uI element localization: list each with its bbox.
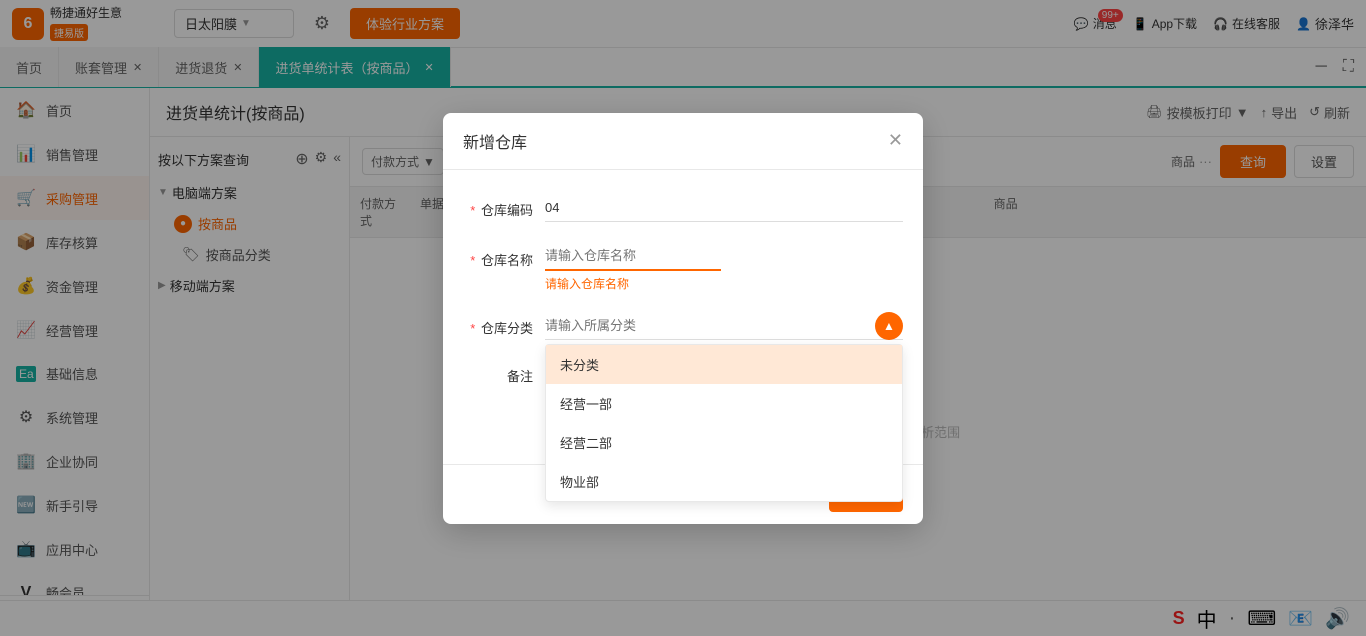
form-row-name: * 仓库名称 请输入仓库名称	[463, 242, 903, 292]
required-star2: *	[470, 253, 475, 268]
modal-body: * 仓库编码 * 仓库名称 请输入仓库名称	[443, 170, 923, 464]
modal-title: 新增仓库	[463, 129, 527, 153]
code-label: * 仓库编码	[463, 194, 533, 219]
modal-overlay[interactable]: 新增仓库 ✕ * 仓库编码 * 仓库名称	[0, 0, 1366, 636]
category-dropdown-toggle[interactable]: ▲	[875, 312, 903, 340]
category-dropdown: ▲ 未分类 经营一部 经营二部 物业部	[545, 312, 903, 340]
category-label: * 仓库分类	[463, 312, 533, 337]
name-input[interactable]	[545, 242, 721, 271]
form-row-code: * 仓库编码	[463, 194, 903, 222]
name-error-row: 请输入仓库名称	[463, 275, 629, 292]
required-star: *	[470, 203, 475, 218]
name-error-tip: 请输入仓库名称	[545, 277, 629, 291]
modal-header: 新增仓库 ✕	[443, 113, 923, 170]
form-row-name-inner: * 仓库名称	[463, 242, 721, 271]
add-warehouse-modal: 新增仓库 ✕ * 仓库编码 * 仓库名称	[443, 113, 923, 524]
name-label: * 仓库名称	[463, 244, 533, 269]
dropdown-item-property[interactable]: 物业部	[546, 462, 902, 501]
dropdown-item-dept1[interactable]: 经营一部	[546, 384, 902, 423]
form-row-category: * 仓库分类 ▲ 未分类 经营一部 经营二部 物业部	[463, 312, 903, 340]
dropdown-item-dept2[interactable]: 经营二部	[546, 423, 902, 462]
modal-close-icon[interactable]: ✕	[888, 130, 903, 151]
category-dropdown-list: 未分类 经营一部 经营二部 物业部	[545, 344, 903, 502]
required-star3: *	[470, 321, 475, 336]
code-input[interactable]	[545, 194, 903, 222]
notes-label: 备注	[463, 360, 533, 385]
dropdown-item-unclassified[interactable]: 未分类	[546, 345, 902, 384]
category-input[interactable]	[545, 312, 903, 340]
